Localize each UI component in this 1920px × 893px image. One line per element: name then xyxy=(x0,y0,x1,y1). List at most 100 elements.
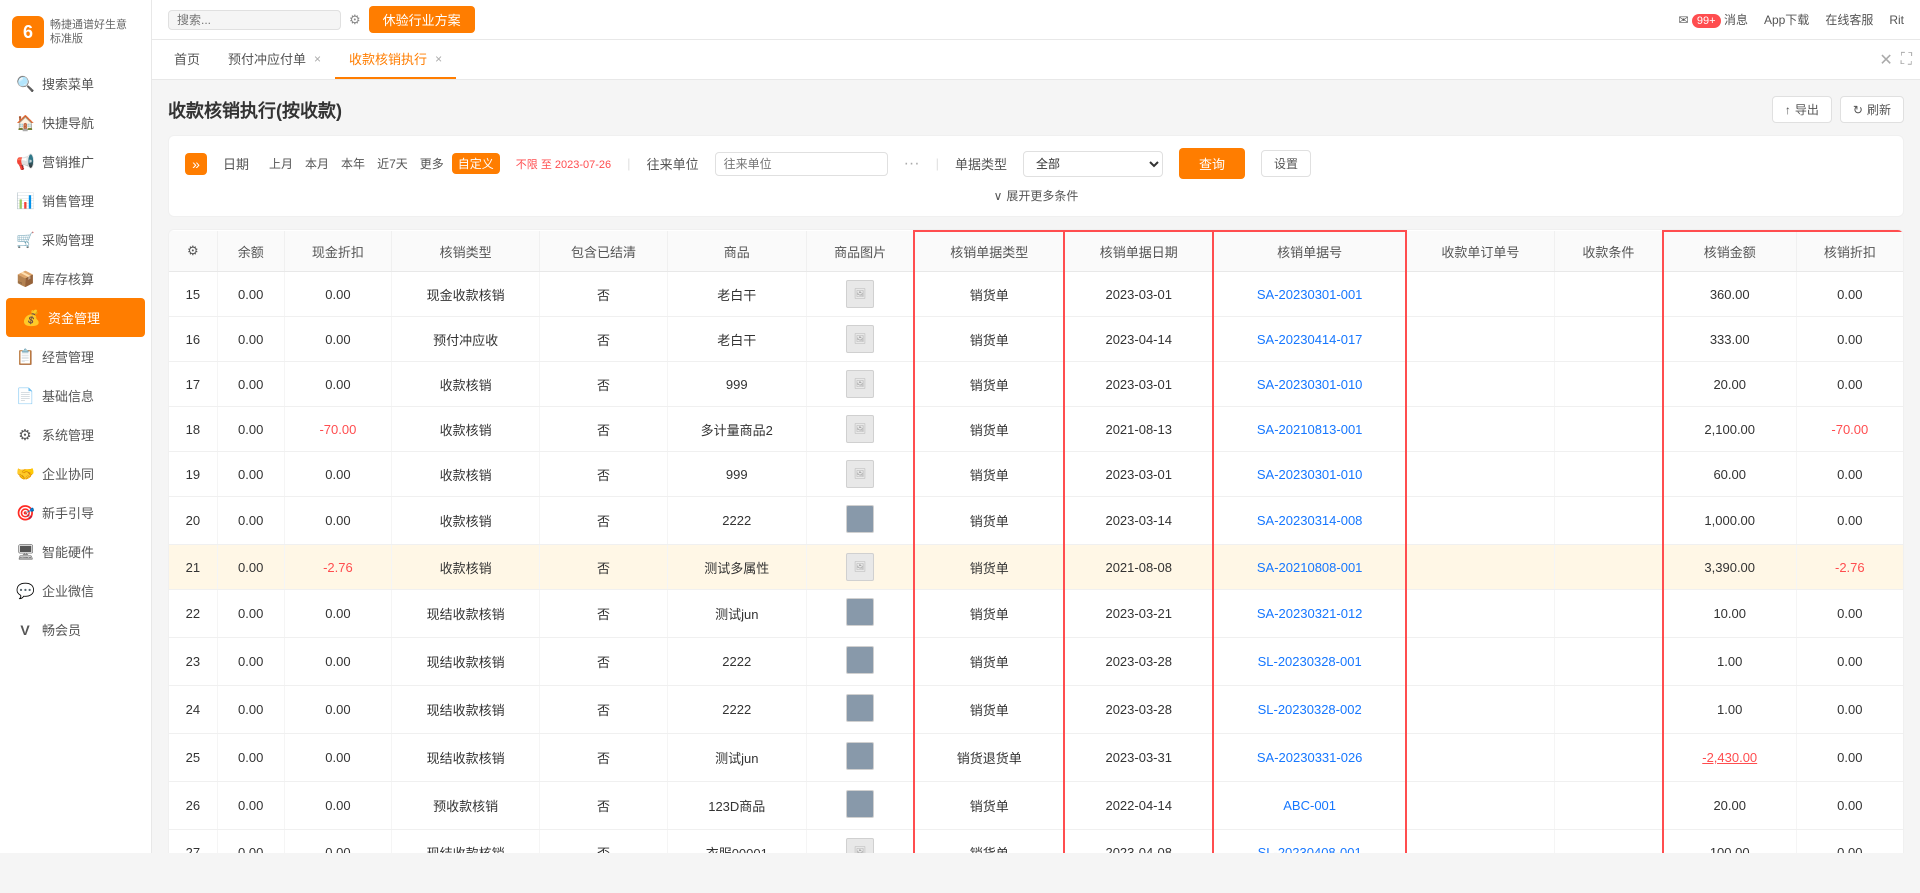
td-include-settled: 否 xyxy=(540,782,668,830)
td-id: 15 xyxy=(169,272,217,317)
sidebar-item-marketing[interactable]: 📢 营销推广 xyxy=(0,142,151,181)
sidebar-item-inventory[interactable]: 📦 库存核算 xyxy=(0,259,151,298)
filter-expand-button[interactable]: » xyxy=(185,153,207,175)
bill-no-link[interactable]: SA-20230301-010 xyxy=(1257,377,1363,392)
bill-no-link[interactable]: SL-20230408-001 xyxy=(1258,845,1362,854)
td-cancel-amount: 10.00 xyxy=(1663,590,1796,638)
sidebar-item-finance[interactable]: 💰 资金管理 xyxy=(6,298,145,337)
td-id: 21 xyxy=(169,545,217,590)
sidebar-item-basic[interactable]: 📄 基础信息 xyxy=(0,376,151,415)
tab-home[interactable]: 首页 xyxy=(160,41,214,79)
sidebar-item-newbie[interactable]: 🎯 新手引导 xyxy=(0,493,151,532)
sidebar-item-operation[interactable]: 📋 经营管理 xyxy=(0,337,151,376)
td-bill-type: 销货单 xyxy=(914,452,1064,497)
date-7days[interactable]: 近7天 xyxy=(373,153,412,174)
bill-no-link[interactable]: SA-20230301-010 xyxy=(1257,467,1363,482)
date-last-month[interactable]: 上月 xyxy=(265,153,297,174)
tab-receipt-close[interactable]: × xyxy=(435,52,442,66)
gear-icon[interactable]: ⚙ xyxy=(349,12,361,28)
date-custom[interactable]: 自定义 xyxy=(452,153,500,174)
table-row: 17 0.00 0.00 收款核销 否 999 🖼 销货单 2023-03-01… xyxy=(169,362,1903,407)
expand-more-conditions[interactable]: ∨ 展开更多条件 xyxy=(185,187,1887,204)
sidebar-item-sales[interactable]: 📊 销售管理 xyxy=(0,181,151,220)
topbar-right: ✉ 99+ 消息 App下载 在线客服 Rit xyxy=(1679,11,1904,28)
bill-no-link[interactable]: SA-20230414-017 xyxy=(1257,332,1363,347)
td-product-image: 🖼 xyxy=(806,452,914,497)
close-window-icon[interactable]: ✕ xyxy=(1879,50,1892,70)
td-bill-type: 销货单 xyxy=(914,497,1064,545)
bill-no-link[interactable]: SA-20210813-001 xyxy=(1257,422,1363,437)
messages-icon[interactable]: ✉ 99+ 消息 xyxy=(1679,11,1748,28)
product-image: 🖼 xyxy=(846,415,874,443)
td-cancel-amount: 20.00 xyxy=(1663,782,1796,830)
refresh-button[interactable]: ↻ 刷新 xyxy=(1840,96,1904,123)
sidebar-item-system[interactable]: ⚙ 系统管理 xyxy=(0,415,151,454)
product-image: 🖼 xyxy=(846,325,874,353)
td-product-image xyxy=(806,497,914,545)
topbar-search-input[interactable] xyxy=(168,10,341,30)
sidebar-item-enterprise[interactable]: 🤝 企业协同 xyxy=(0,454,151,493)
bill-no-link[interactable]: SA-20230331-026 xyxy=(1257,750,1363,765)
td-include-settled: 否 xyxy=(540,734,668,782)
sidebar-item-label: 企业微信 xyxy=(42,581,94,600)
td-payment-term xyxy=(1555,638,1663,686)
date-this-year[interactable]: 本年 xyxy=(337,153,369,174)
sidebar-item-purchase[interactable]: 🛒 采购管理 xyxy=(0,220,151,259)
query-button[interactable]: 查询 xyxy=(1179,148,1245,179)
td-product: 老白干 xyxy=(667,272,806,317)
partner-input[interactable] xyxy=(715,152,888,176)
member-icon: V xyxy=(16,622,34,638)
bill-no-link[interactable]: SA-20230301-001 xyxy=(1257,287,1363,302)
export-button[interactable]: ↑ 导出 xyxy=(1772,96,1832,123)
date-this-month[interactable]: 本月 xyxy=(301,153,333,174)
bill-no-link[interactable]: SA-20230321-012 xyxy=(1257,606,1363,621)
td-receipt-order xyxy=(1406,362,1555,407)
tab-prepay[interactable]: 预付冲应付单 × xyxy=(214,41,335,79)
tab-prepay-close[interactable]: × xyxy=(314,52,321,66)
refresh-icon: ↻ xyxy=(1853,103,1863,117)
td-product-image xyxy=(806,590,914,638)
td-cancel-discount: 0.00 xyxy=(1796,686,1903,734)
td-bill-no: SA-20230301-001 xyxy=(1213,272,1405,317)
bill-no-link[interactable]: ABC-001 xyxy=(1283,798,1336,813)
industry-solution-button[interactable]: 休验行业方案 xyxy=(369,6,475,33)
td-bill-type: 销货单 xyxy=(914,590,1064,638)
search-icon: 🔍 xyxy=(16,75,34,93)
td-cash-discount: 0.00 xyxy=(284,686,391,734)
app-download-link[interactable]: App下载 xyxy=(1764,11,1809,28)
td-cash-discount: 0.00 xyxy=(284,452,391,497)
settings-button[interactable]: 设置 xyxy=(1261,150,1311,177)
td-product: 123D商品 xyxy=(667,782,806,830)
bill-no-link[interactable]: SL-20230328-001 xyxy=(1258,654,1362,669)
td-payment-term xyxy=(1555,452,1663,497)
th-receipt-order: 收款单订单号 xyxy=(1406,231,1555,272)
td-receipt-order xyxy=(1406,638,1555,686)
page-header: 收款核销执行(按收款) ↑ 导出 ↻ 刷新 xyxy=(168,96,1904,123)
td-include-settled: 否 xyxy=(540,272,668,317)
sidebar-item-wechat[interactable]: 💬 企业微信 xyxy=(0,571,151,610)
sidebar: 6 畅捷通谱好生意标准版 🔍 搜索菜单 🏠 快捷导航 📢 营销推广 📊 销售管理… xyxy=(0,0,152,853)
th-settings[interactable]: ⚙ xyxy=(169,231,217,272)
partner-more-icon[interactable]: ··· xyxy=(904,155,920,173)
date-more[interactable]: 更多 xyxy=(416,153,448,174)
sidebar-item-hardware[interactable]: 🖥 智能硬件 xyxy=(0,532,151,571)
tab-receipt[interactable]: 收款核销执行 × xyxy=(335,41,456,79)
tab-prepay-label: 预付冲应付单 xyxy=(228,49,306,68)
td-balance: 0.00 xyxy=(217,830,284,854)
sidebar-item-search[interactable]: 🔍 搜索菜单 xyxy=(0,64,151,103)
bill-no-link[interactable]: SL-20230328-002 xyxy=(1258,702,1362,717)
maximize-icon[interactable]: ⛶ xyxy=(1901,51,1912,69)
sidebar-item-member[interactable]: V 畅会员 xyxy=(0,610,151,649)
online-service-link[interactable]: 在线客服 xyxy=(1825,11,1873,28)
td-cancel-discount: -70.00 xyxy=(1796,407,1903,452)
bill-type-select[interactable]: 全部 xyxy=(1023,151,1163,177)
td-cash-discount: 0.00 xyxy=(284,734,391,782)
bill-no-link[interactable]: SA-20230314-008 xyxy=(1257,513,1363,528)
td-receipt-order xyxy=(1406,590,1555,638)
td-receipt-order xyxy=(1406,407,1555,452)
td-cancel-amount: 360.00 xyxy=(1663,272,1796,317)
sidebar-item-quicknav[interactable]: 🏠 快捷导航 xyxy=(0,103,151,142)
bill-no-link[interactable]: SA-20210808-001 xyxy=(1257,560,1363,575)
td-cancel-type: 预收款核销 xyxy=(392,782,540,830)
page-content: 收款核销执行(按收款) ↑ 导出 ↻ 刷新 » 日期 xyxy=(152,80,1920,853)
